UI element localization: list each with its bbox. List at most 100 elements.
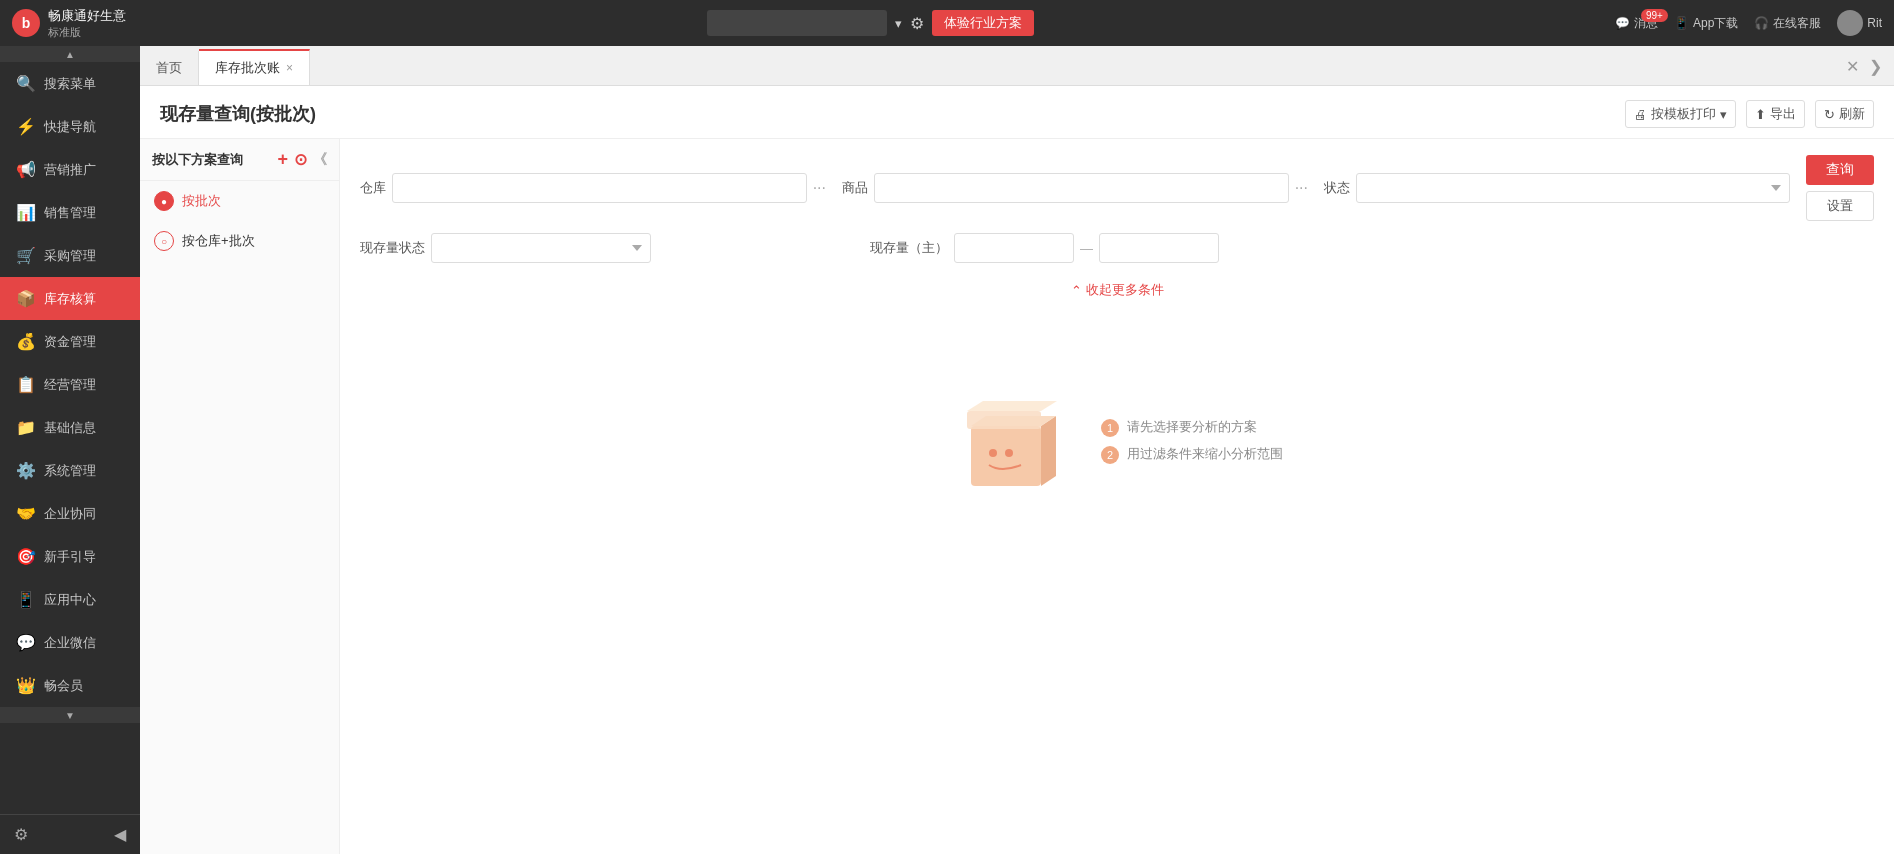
top-search-input[interactable]	[707, 10, 887, 36]
hint-item-2: 2 用过滤条件来缩小分析范围	[1101, 445, 1283, 464]
search-menu-icon: 🔍	[16, 74, 36, 93]
collapse-label: 收起更多条件	[1086, 281, 1164, 299]
refresh-icon: ↻	[1824, 107, 1835, 122]
sidebar-item-label: 营销推广	[44, 161, 96, 179]
left-panel-item-by-batch[interactable]: ● 按批次	[140, 181, 339, 221]
user-area[interactable]: Rit	[1837, 10, 1882, 36]
tab-panel-close-icon[interactable]: ✕	[1846, 57, 1859, 76]
main-body: 按以下方案查询 + ⊙ 《 ● 按批次 ○ 按仓库+批次	[140, 139, 1894, 854]
page-title: 现存量查询(按批次)	[160, 102, 316, 126]
action-btns: 查询 设置	[1806, 155, 1874, 221]
empty-illustration	[951, 381, 1071, 501]
sidebar-item-label: 搜索菜单	[44, 75, 96, 93]
tab-home-label: 首页	[156, 59, 182, 77]
tab-home[interactable]: 首页	[140, 51, 199, 85]
settings-btn[interactable]: 设置	[1806, 191, 1874, 221]
qty-min-input[interactable]	[954, 233, 1074, 263]
tab-inventory-batch-label: 库存批次账	[215, 59, 280, 77]
sidebar-item-enterprise[interactable]: 🤝 企业协同	[0, 492, 140, 535]
sidebar-item-label: 快捷导航	[44, 118, 96, 136]
left-panel: 按以下方案查询 + ⊙ 《 ● 按批次 ○ 按仓库+批次	[140, 139, 340, 854]
hint-text-2: 用过滤条件来缩小分析范围	[1127, 445, 1283, 463]
sidebar-item-inventory[interactable]: 📦 库存核算	[0, 277, 140, 320]
warehouse-filter-group: 仓库 ···	[360, 173, 826, 203]
tab-inventory-batch[interactable]: 库存批次账 ×	[199, 49, 310, 85]
warehouse-more-icon[interactable]: ···	[813, 179, 826, 197]
qty-max-input[interactable]	[1099, 233, 1219, 263]
query-btn[interactable]: 查询	[1806, 155, 1874, 185]
vip-icon: 👑	[16, 676, 36, 695]
sidebar-settings-icon[interactable]: ⚙	[14, 825, 28, 844]
qty-dash: —	[1080, 241, 1093, 256]
sidebar-scroll-down[interactable]: ▼	[0, 707, 140, 723]
user-avatar	[1837, 10, 1863, 36]
system-icon: ⚙️	[16, 461, 36, 480]
experience-btn[interactable]: 体验行业方案	[932, 10, 1034, 36]
tab-close-icon[interactable]: ×	[286, 61, 293, 75]
search-dropdown-icon[interactable]: ▾	[895, 16, 902, 31]
online-service-label: 在线客服	[1773, 15, 1821, 32]
wechat-icon: 💬	[16, 633, 36, 652]
empty-hints: 1 请先选择要分析的方案 2 用过滤条件来缩小分析范围	[1101, 418, 1283, 464]
top-bar-right: 💬 消息 99+ 📱 App下载 🎧 在线客服 Rit	[1615, 10, 1882, 36]
sidebar-item-finance[interactable]: 💰 资金管理	[0, 320, 140, 363]
online-service-btn[interactable]: 🎧 在线客服	[1754, 15, 1821, 32]
collapse-up-icon: ⌃	[1071, 283, 1082, 298]
tab-panel-expand-icon[interactable]: ❯	[1869, 57, 1882, 76]
operations-icon: 📋	[16, 375, 36, 394]
sidebar-item-label: 系统管理	[44, 462, 96, 480]
sidebar-item-vip[interactable]: 👑 畅会员	[0, 664, 140, 707]
sales-icon: 📊	[16, 203, 36, 222]
sidebar-collapse-icon[interactable]: ◀	[114, 825, 126, 844]
sidebar-scroll-up[interactable]: ▲	[0, 46, 140, 62]
svg-rect-0	[971, 426, 1041, 486]
user-name: Rit	[1867, 16, 1882, 30]
sidebar-bottom: ⚙ ◀	[0, 814, 140, 854]
hint-text-1: 请先选择要分析的方案	[1127, 418, 1257, 436]
plan-settings-icon[interactable]: ⊙	[294, 150, 307, 169]
print-template-btn[interactable]: 🖨 按模板打印 ▾	[1625, 100, 1736, 128]
collapse-more-conditions[interactable]: ⌃ 收起更多条件	[360, 275, 1874, 305]
sidebar-item-marketing[interactable]: 📢 营销推广	[0, 148, 140, 191]
by-batch-label: 按批次	[182, 192, 221, 210]
sidebar-item-purchase[interactable]: 🛒 采购管理	[0, 234, 140, 277]
sidebar-item-wechat[interactable]: 💬 企业微信	[0, 621, 140, 664]
collapse-panel-icon[interactable]: 《	[313, 151, 327, 169]
status-label: 状态	[1324, 179, 1350, 197]
app-download-btn[interactable]: 📱 App下载	[1674, 15, 1738, 32]
qty-label: 现存量（主）	[870, 239, 948, 257]
app-info: 畅康通好生意 标准版	[48, 7, 126, 40]
message-badge: 99+	[1641, 9, 1668, 22]
finance-icon: 💰	[16, 332, 36, 351]
sidebar-item-app-center[interactable]: 📱 应用中心	[0, 578, 140, 621]
inventory-status-select[interactable]	[431, 233, 651, 263]
sidebar-item-basic-info[interactable]: 📁 基础信息	[0, 406, 140, 449]
settings-gear-icon[interactable]: ⚙	[910, 14, 924, 33]
status-select[interactable]	[1356, 173, 1790, 203]
left-panel-title: 按以下方案查询	[152, 151, 243, 169]
sidebar-item-label: 应用中心	[44, 591, 96, 609]
warehouse-input[interactable]	[392, 173, 807, 203]
content-area: 首页 库存批次账 × ✕ ❯ 现存量查询(按批次) 🖨 按模板打印 ▾	[140, 46, 1894, 854]
sidebar-item-operations[interactable]: 📋 经营管理	[0, 363, 140, 406]
sidebar-item-search-menu[interactable]: 🔍 搜索菜单	[0, 62, 140, 105]
basic-info-icon: 📁	[16, 418, 36, 437]
export-btn[interactable]: ⬆ 导出	[1746, 100, 1805, 128]
goods-label: 商品	[842, 179, 868, 197]
goods-input[interactable]	[874, 173, 1289, 203]
add-plan-icon[interactable]: +	[277, 149, 288, 170]
refresh-btn[interactable]: ↻ 刷新	[1815, 100, 1874, 128]
sidebar-item-system[interactable]: ⚙️ 系统管理	[0, 449, 140, 492]
message-btn[interactable]: 💬 消息 99+	[1615, 15, 1658, 32]
sidebar-item-quick-nav[interactable]: ⚡ 快捷导航	[0, 105, 140, 148]
enterprise-icon: 🤝	[16, 504, 36, 523]
goods-more-icon[interactable]: ···	[1295, 179, 1308, 197]
headset-icon: 🎧	[1754, 16, 1769, 30]
left-panel-item-by-warehouse-batch[interactable]: ○ 按仓库+批次	[140, 221, 339, 261]
empty-box-svg	[951, 381, 1071, 501]
sidebar-item-newbie[interactable]: 🎯 新手引导	[0, 535, 140, 578]
hint-item-1: 1 请先选择要分析的方案	[1101, 418, 1283, 437]
sidebar-item-sales[interactable]: 📊 销售管理	[0, 191, 140, 234]
warehouse-label: 仓库	[360, 179, 386, 197]
sidebar-item-label: 经营管理	[44, 376, 96, 394]
